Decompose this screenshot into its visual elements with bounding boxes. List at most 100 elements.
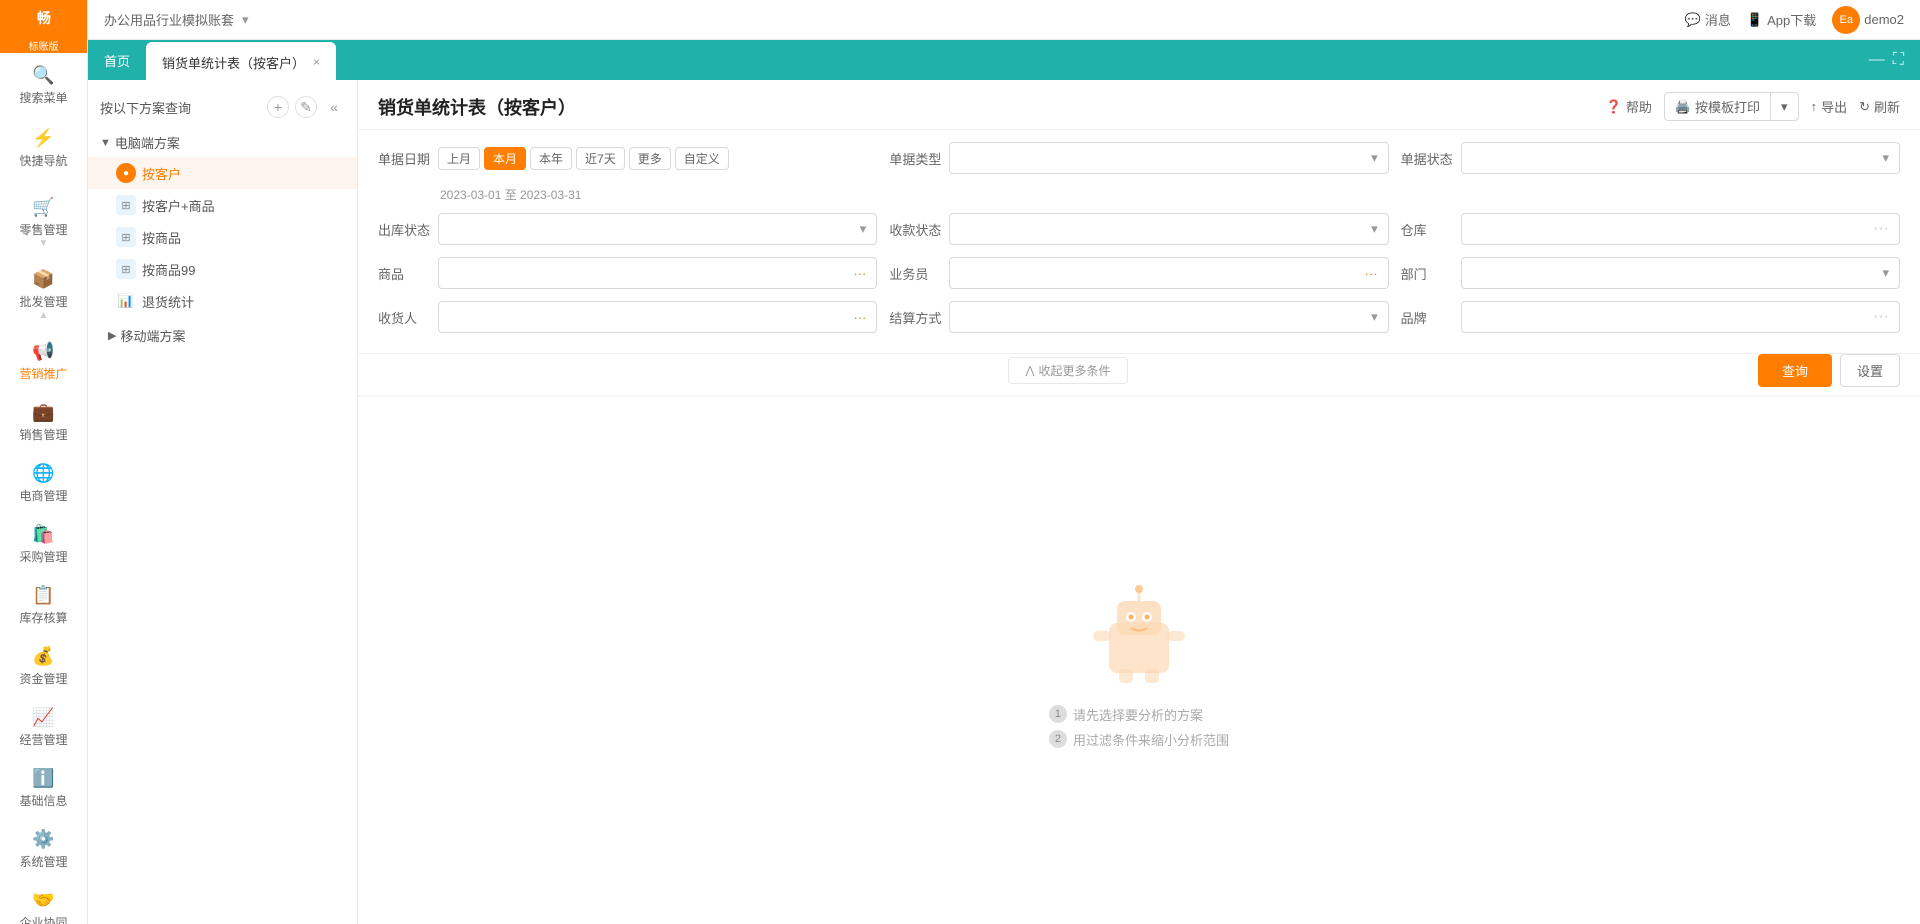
custom-date-btn[interactable]: 自定义 bbox=[675, 147, 729, 170]
refresh-btn[interactable]: ↻ 刷新 bbox=[1859, 97, 1900, 116]
desktop-group-label: 电脑端方案 bbox=[115, 133, 180, 152]
tab-home[interactable]: 首页 bbox=[88, 40, 146, 80]
left-panel-title: 按以下方案查询 bbox=[100, 98, 259, 117]
department-input[interactable]: ▾ bbox=[1461, 257, 1900, 289]
print-btn[interactable]: 🖨️ 按模板打印 bbox=[1665, 93, 1771, 120]
sidebar-item-retail[interactable]: 🛒 零售管理 ▼ bbox=[0, 187, 88, 259]
filter-row-4: 收货人 ··· 结算方式 ▾ 品牌 ··· bbox=[378, 301, 1900, 333]
wholesale-icon: 📦 bbox=[32, 269, 54, 290]
sidebar-item-ecommerce[interactable]: 🌐 电商管理 bbox=[0, 453, 88, 514]
filter-collection-status-cell: 收款状态 ▾ bbox=[889, 213, 1388, 245]
order-type-input[interactable]: ▾ bbox=[949, 142, 1388, 174]
add-scheme-btn[interactable]: + bbox=[267, 96, 289, 118]
settings-btn[interactable]: 设置 bbox=[1840, 354, 1900, 387]
print-dropdown-btn[interactable]: ▾ bbox=[1771, 95, 1798, 119]
print-btn-group: 🖨️ 按模板打印 ▾ bbox=[1664, 92, 1799, 121]
edit-scheme-btn[interactable]: ✎ bbox=[295, 96, 317, 118]
salesperson-input[interactable]: ··· bbox=[949, 257, 1388, 289]
brand-more-icon: ··· bbox=[1873, 308, 1889, 326]
by-customer-icon: ● bbox=[116, 163, 136, 183]
help-btn[interactable]: ❓ 帮助 bbox=[1606, 97, 1652, 116]
scheme-item-by-customer-goods[interactable]: ⊞ 按客户+商品 bbox=[88, 189, 357, 221]
collapse-btn[interactable]: ⋀ 收起更多条件 bbox=[1008, 357, 1127, 384]
messages-btn[interactable]: 💬 消息 bbox=[1685, 10, 1731, 29]
scheme-item-by-goods99[interactable]: ⊞ 按商品99 bbox=[88, 253, 357, 285]
last-month-btn[interactable]: 上月 bbox=[438, 147, 480, 170]
left-panel: 按以下方案查询 + ✎ « ▼ 电脑端方案 bbox=[88, 80, 358, 924]
tab-sales-report[interactable]: 销货单统计表（按客户） × bbox=[146, 42, 336, 82]
desktop-group-arrow: ▼ bbox=[100, 137, 111, 149]
sidebar-item-cooperation-label: 企业协同 bbox=[19, 914, 67, 924]
brand-input[interactable]: ··· bbox=[1461, 301, 1900, 333]
action-collapse-bar: ⋀ 收起更多条件 查询 设置 bbox=[358, 354, 1920, 395]
tab-close-btn[interactable]: × bbox=[313, 55, 320, 69]
this-month-btn[interactable]: 本月 bbox=[484, 147, 526, 170]
tab-maximize-btn[interactable]: ⛶ bbox=[1893, 51, 1904, 69]
scheme-item-by-goods[interactable]: ⊞ 按商品 bbox=[88, 221, 357, 253]
order-status-input[interactable]: ▾ bbox=[1461, 142, 1900, 174]
filter-row-1: 单据日期 上月 本月 本年 近7天 更多 自定义 bbox=[378, 142, 1900, 174]
more-date-btn[interactable]: 更多 bbox=[629, 147, 671, 170]
filter-date-cell: 单据日期 上月 本月 本年 近7天 更多 自定义 bbox=[378, 142, 877, 174]
collapse-panel-btn[interactable]: « bbox=[323, 96, 345, 118]
sidebar-item-finance[interactable]: 💰 资金管理 bbox=[0, 636, 88, 697]
basic-icon: ℹ️ bbox=[32, 768, 54, 789]
tab-bar-right: — ⛶ bbox=[1869, 51, 1920, 69]
sidebar-item-operations[interactable]: 📈 经营管理 bbox=[0, 697, 88, 758]
consignee-dots-icon: ··· bbox=[853, 310, 866, 325]
top-bar-left: 办公用品行业模拟账套 ▾ bbox=[104, 10, 249, 29]
sidebar-item-wholesale[interactable]: 📦 批发管理 ▲ bbox=[0, 259, 88, 331]
operations-icon: 📈 bbox=[32, 707, 54, 728]
user-menu[interactable]: Ea demo2 bbox=[1832, 6, 1904, 34]
settlement-input[interactable]: ▾ bbox=[949, 301, 1388, 333]
sidebar-item-system[interactable]: ⚙️ 系统管理 bbox=[0, 819, 88, 880]
sidebar-item-purchase[interactable]: 🛍️ 采购管理 bbox=[0, 514, 88, 575]
sidebar-item-shortcut[interactable]: ⚡ 快捷导航 bbox=[0, 118, 88, 179]
out-status-input[interactable]: ▾ bbox=[438, 213, 877, 245]
sidebar-item-search-label: 搜索菜单 bbox=[19, 89, 67, 106]
export-btn[interactable]: ↑ 导出 bbox=[1811, 97, 1848, 116]
sidebar-item-inventory[interactable]: 📋 库存核算 bbox=[0, 575, 88, 636]
last7days-btn[interactable]: 近7天 bbox=[576, 147, 625, 170]
date-filter-label: 单据日期 bbox=[378, 149, 438, 168]
filter-order-status-cell: 单据状态 ▾ bbox=[1401, 142, 1900, 174]
desktop-scheme-group-header[interactable]: ▼ 电脑端方案 bbox=[88, 128, 357, 157]
warehouse-input[interactable]: ··· bbox=[1461, 213, 1900, 245]
goods-input[interactable]: ··· bbox=[438, 257, 877, 289]
by-customer-goods-icon: ⊞ bbox=[116, 195, 136, 215]
app-download-btn[interactable]: 📱 App下载 bbox=[1747, 10, 1816, 29]
brand-label: 品牌 bbox=[1401, 308, 1461, 327]
sidebar-item-retail-label: 零售管理 bbox=[19, 221, 67, 238]
sidebar-item-sales[interactable]: 💼 销售管理 bbox=[0, 392, 88, 453]
filter-consignee-cell: 收货人 ··· bbox=[378, 301, 877, 333]
company-dropdown-icon[interactable]: ▾ bbox=[242, 12, 249, 28]
query-btn[interactable]: 查询 bbox=[1758, 354, 1832, 387]
collapse-up-icon: ⋀ bbox=[1025, 364, 1034, 377]
inventory-icon: 📋 bbox=[32, 585, 54, 606]
sidebar-item-search[interactable]: 🔍 搜索菜单 bbox=[0, 53, 88, 118]
tab-minimize-btn[interactable]: — bbox=[1869, 51, 1885, 69]
sidebar-item-marketing[interactable]: 📢 营销推广 bbox=[0, 331, 88, 392]
settlement-label: 结算方式 bbox=[889, 308, 949, 327]
sidebar-item-finance-label: 资金管理 bbox=[19, 670, 67, 687]
tab-sales-report-label: 销货单统计表（按客户） bbox=[162, 53, 305, 72]
empty-tip-num-2: 2 bbox=[1049, 730, 1067, 748]
out-status-arrow-icon: ▾ bbox=[860, 221, 867, 237]
scheme-item-by-customer[interactable]: ● 按客户 bbox=[88, 157, 357, 189]
ecommerce-icon: 🌐 bbox=[32, 463, 54, 484]
scheme-item-return-stats[interactable]: 📊 退货统计 bbox=[88, 285, 357, 317]
app-download-icon: 📱 bbox=[1747, 12, 1763, 28]
page-header-actions: ❓ 帮助 🖨️ 按模板打印 ▾ ↑ 导出 bbox=[1606, 92, 1900, 121]
this-year-btn[interactable]: 本年 bbox=[530, 147, 572, 170]
message-icon: 💬 bbox=[1685, 12, 1701, 28]
empty-tip-1-text: 请先选择要分析的方案 bbox=[1073, 705, 1203, 724]
sidebar-item-cooperation[interactable]: 🤝 企业协同 bbox=[0, 880, 88, 924]
filter-out-status-cell: 出库状态 ▾ bbox=[378, 213, 877, 245]
sidebar-item-basic[interactable]: ℹ️ 基础信息 bbox=[0, 758, 88, 819]
order-type-arrow-icon: ▾ bbox=[1371, 150, 1378, 166]
sidebar-item-basic-label: 基础信息 bbox=[19, 792, 67, 809]
logo[interactable]: 畅 标账版 bbox=[0, 0, 88, 53]
consignee-input[interactable]: ··· bbox=[438, 301, 877, 333]
mobile-scheme-group-header[interactable]: ▶ 移动端方案 bbox=[88, 321, 357, 350]
collection-status-input[interactable]: ▾ bbox=[949, 213, 1388, 245]
